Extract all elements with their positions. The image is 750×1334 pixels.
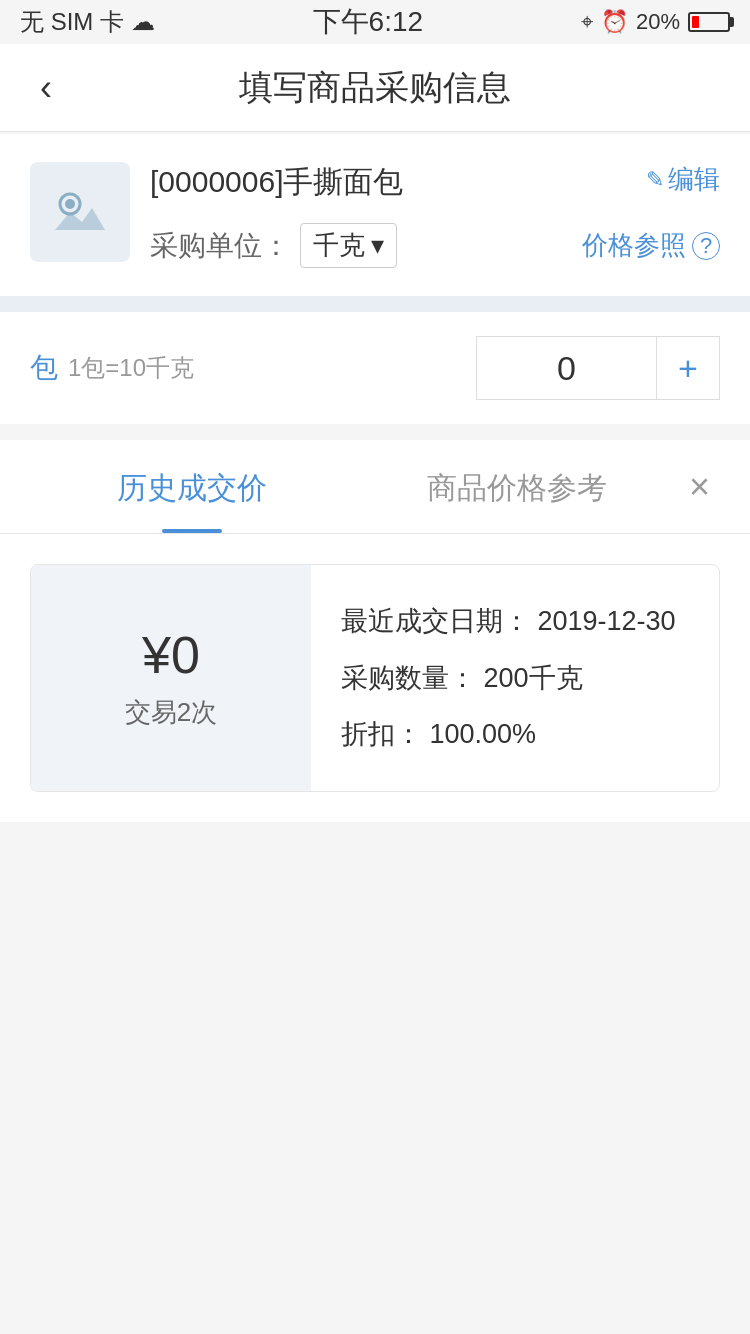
unit-badge: 包 xyxy=(30,349,58,387)
unit-label: 采购单位： xyxy=(150,227,290,265)
discount-label: 折扣： xyxy=(341,719,422,749)
product-section: [0000006]手撕面包 ✎ 编辑 采购单位： 千克 ▾ 价格参照 ? xyxy=(0,134,750,296)
back-button[interactable]: ‹ xyxy=(30,57,62,119)
status-time: 下午6:12 xyxy=(313,3,424,41)
latest-date-label: 最近成交日期： xyxy=(341,606,530,636)
tab-section: 历史成交价 商品价格参考 × ¥0 交易2次 最近成交日期： 2019-12-3… xyxy=(0,440,750,822)
quantity-plus-button[interactable]: + xyxy=(656,336,720,400)
tab-history-label: 历史成交价 xyxy=(117,471,267,504)
quantity-label: 采购数量： xyxy=(341,663,476,693)
price-amount: ¥0 xyxy=(142,625,200,685)
price-card-left: ¥0 交易2次 xyxy=(31,565,311,791)
tab-header: 历史成交价 商品价格参考 × xyxy=(0,440,750,534)
unit-selector-group: 采购单位： 千克 ▾ xyxy=(150,223,397,268)
svg-point-1 xyxy=(65,199,75,209)
discount-row: 折扣： 100.00% xyxy=(341,714,689,755)
page-title: 填写商品采购信息 xyxy=(239,65,511,111)
section-divider xyxy=(0,296,750,312)
unit-conversion: 1包=10千克 xyxy=(68,352,194,384)
price-card-right: 最近成交日期： 2019-12-30 采购数量： 200千克 折扣： 100.0… xyxy=(311,565,719,791)
quantity-row: 包 1包=10千克 + xyxy=(0,312,750,424)
product-name: [0000006]手撕面包 xyxy=(150,162,403,203)
alarm-icon: ⏰ xyxy=(601,9,628,35)
price-card: ¥0 交易2次 最近成交日期： 2019-12-30 采购数量： 200千克 折… xyxy=(30,564,720,792)
help-icon: ? xyxy=(692,232,720,260)
location-icon: ⌖ xyxy=(581,9,593,35)
discount-value: 100.00% xyxy=(430,719,537,749)
unit-info: 包 1包=10千克 xyxy=(30,349,194,387)
quantity-input[interactable] xyxy=(476,336,656,400)
status-bar: 无 SIM 卡 ☁ 下午6:12 ⌖ ⏰ 20% xyxy=(0,0,750,44)
battery-percent: 20% xyxy=(636,9,680,35)
product-unit-row: 采购单位： 千克 ▾ 价格参照 ? xyxy=(150,223,720,268)
tab-price-reference[interactable]: 商品价格参考 xyxy=(354,440,678,533)
dropdown-arrow-icon: ▾ xyxy=(371,230,384,261)
status-left: 无 SIM 卡 ☁ xyxy=(20,6,155,38)
product-info: [0000006]手撕面包 ✎ 编辑 采购单位： 千克 ▾ 价格参照 ? xyxy=(150,162,720,268)
edit-button[interactable]: ✎ 编辑 xyxy=(646,162,720,197)
price-ref-button[interactable]: 价格参照 ? xyxy=(582,228,720,263)
latest-date-row: 最近成交日期： 2019-12-30 xyxy=(341,601,689,642)
sim-signal-text: 无 SIM 卡 ☁ xyxy=(20,6,155,38)
tab-history-price[interactable]: 历史成交价 xyxy=(30,440,354,533)
edit-icon: ✎ xyxy=(646,167,664,193)
product-image xyxy=(30,162,130,262)
unit-dropdown[interactable]: 千克 ▾ xyxy=(300,223,397,268)
latest-date-value: 2019-12-30 xyxy=(538,606,676,636)
nav-bar: ‹ 填写商品采购信息 xyxy=(0,44,750,132)
product-header: [0000006]手撕面包 ✎ 编辑 xyxy=(150,162,720,203)
quantity-row-detail: 采购数量： 200千克 xyxy=(341,658,689,699)
unit-value: 千克 xyxy=(313,228,365,263)
trade-count: 交易2次 xyxy=(125,695,217,730)
status-right: ⌖ ⏰ 20% xyxy=(581,9,730,35)
battery-icon xyxy=(688,12,730,32)
tab-reference-label: 商品价格参考 xyxy=(427,471,607,504)
quantity-control: + xyxy=(476,336,720,400)
tab-close-button[interactable]: × xyxy=(679,456,720,518)
tab-content-history: ¥0 交易2次 最近成交日期： 2019-12-30 采购数量： 200千克 折… xyxy=(0,534,750,822)
battery-fill xyxy=(692,16,699,28)
price-ref-label: 价格参照 xyxy=(582,228,686,263)
edit-label: 编辑 xyxy=(668,162,720,197)
quantity-value: 200千克 xyxy=(484,663,583,693)
